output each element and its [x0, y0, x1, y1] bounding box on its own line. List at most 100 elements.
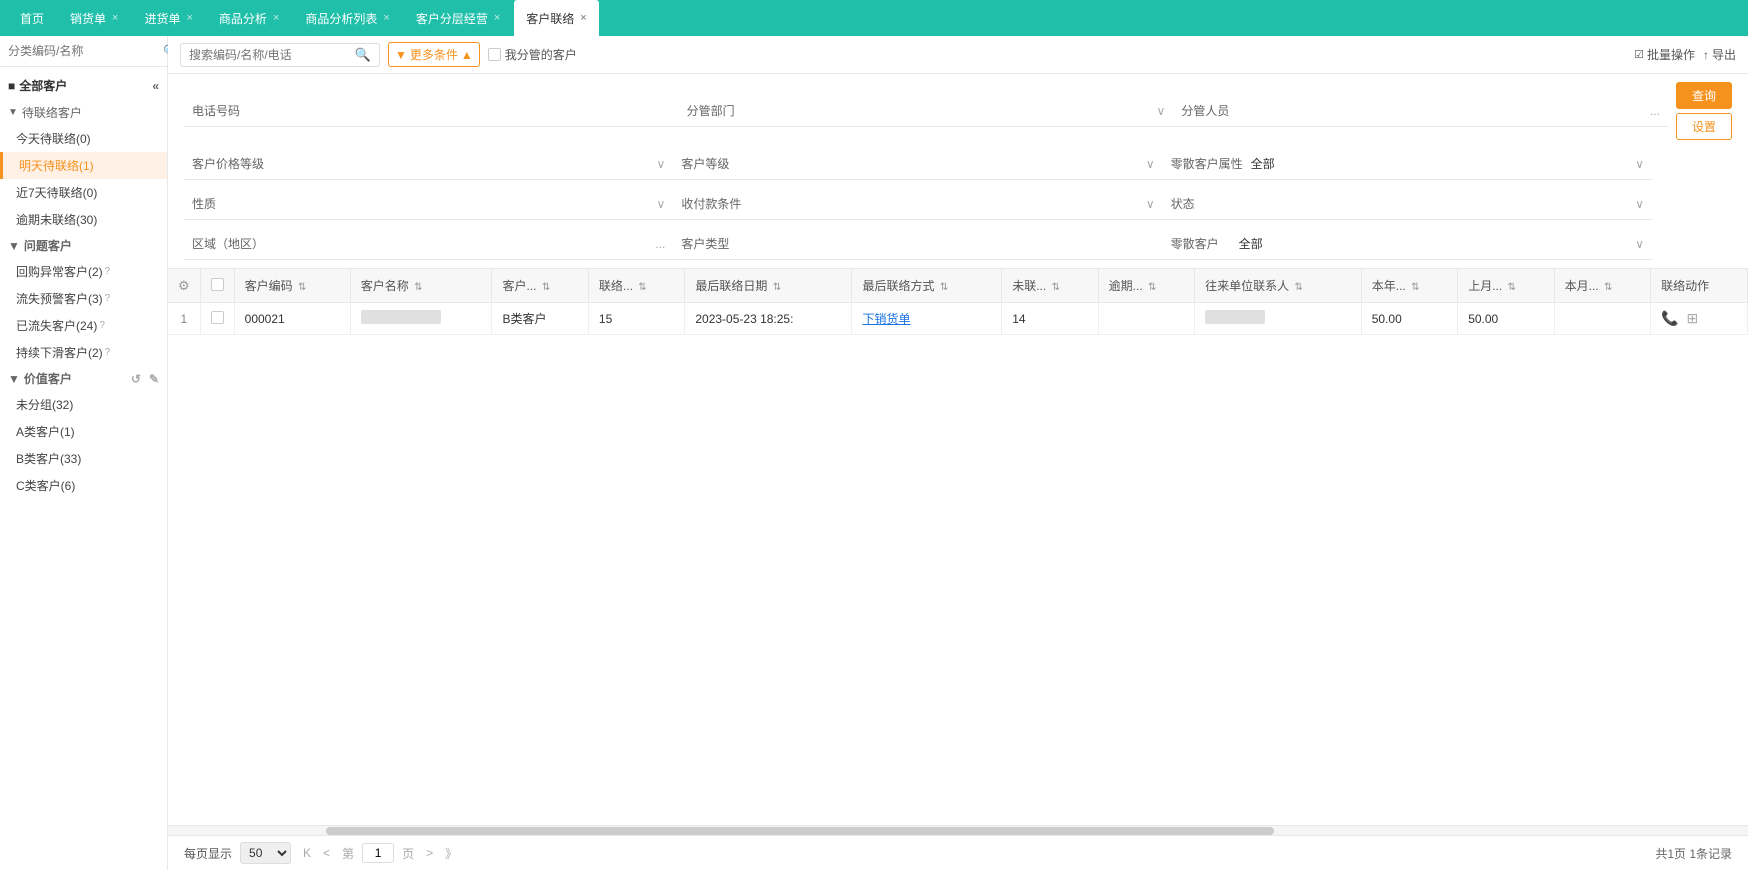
th-last-month: 上月... ⇅: [1458, 269, 1554, 303]
problem-arrow-icon: ▼: [8, 239, 20, 253]
nav-home[interactable]: 首页: [8, 0, 56, 36]
nature-dropdown-icon[interactable]: ∨: [657, 197, 666, 211]
price-grade-dropdown-icon[interactable]: ∨: [657, 157, 666, 171]
payment-dropdown-icon[interactable]: ∨: [1146, 197, 1155, 211]
at-risk-info-icon[interactable]: ?: [105, 293, 111, 304]
lost-info-icon[interactable]: ?: [99, 320, 105, 331]
sidebar-item-overdue[interactable]: 逾期未联络(30): [0, 206, 167, 233]
nav-customer-contact[interactable]: 客户联络 ×: [514, 0, 598, 36]
sort-this-month-icon[interactable]: ⇅: [1604, 282, 1612, 293]
row-checkbox[interactable]: [211, 311, 224, 324]
value-edit-icon[interactable]: ✎: [149, 372, 159, 386]
per-page-select[interactable]: 50 100 200: [240, 842, 291, 864]
sort-not-contacted-icon[interactable]: ⇅: [1052, 282, 1060, 293]
close-customer-contact[interactable]: ×: [580, 12, 586, 24]
settings-button[interactable]: 设置: [1676, 113, 1732, 140]
status-dropdown-icon[interactable]: ∨: [1635, 197, 1644, 211]
th-check: [200, 269, 234, 303]
close-customer-tier[interactable]: ×: [494, 12, 500, 24]
person-more-icon[interactable]: ...: [1650, 104, 1660, 118]
search-input[interactable]: [189, 48, 355, 62]
retail-dropdown-icon[interactable]: ∨: [1635, 237, 1644, 251]
nav-customer-tier[interactable]: 客户分层经营 ×: [404, 0, 512, 36]
sort-this-year-icon[interactable]: ⇅: [1411, 282, 1419, 293]
grid-action-icon[interactable]: ⊞: [1687, 310, 1699, 327]
my-customers-check-icon: [488, 48, 501, 61]
sidebar-item-class-b[interactable]: B类客户(33): [0, 445, 167, 472]
td-code: 000021: [234, 303, 350, 335]
prev-page-btn[interactable]: <: [319, 844, 334, 862]
phone-action-icon[interactable]: 📞: [1661, 310, 1678, 327]
page-number-input[interactable]: [362, 843, 394, 863]
region-more-icon[interactable]: ...: [655, 237, 665, 251]
export-icon: ↑: [1703, 48, 1709, 62]
query-button[interactable]: 查询: [1676, 82, 1732, 109]
declining-info-icon[interactable]: ?: [105, 347, 111, 358]
value-refresh-icon[interactable]: ↺: [131, 372, 141, 386]
value-arrow-icon: ▼: [8, 372, 20, 386]
dept-dropdown-icon[interactable]: ∨: [1157, 104, 1166, 118]
sort-overdue-icon[interactable]: ⇅: [1148, 282, 1156, 293]
last-page-btn[interactable]: 》: [441, 843, 461, 864]
table-header-row: ⚙ 客户编码 ⇅ 客户名称 ⇅: [168, 269, 1748, 303]
more-conditions-btn[interactable]: ▼ 更多条件 ▲: [388, 42, 480, 67]
sidebar-search-area: 🔍: [0, 36, 167, 67]
sort-unit-contact-icon[interactable]: ⇅: [1294, 282, 1302, 293]
select-all-checkbox[interactable]: [211, 278, 224, 291]
column-settings-icon[interactable]: ⚙: [178, 278, 190, 293]
td-index: 1: [168, 303, 200, 335]
unit-contact-masked: [1205, 310, 1265, 324]
sort-last-month-icon[interactable]: ⇅: [1508, 282, 1516, 293]
export-button[interactable]: ↑ 导出: [1703, 46, 1736, 63]
sort-last-date-icon[interactable]: ⇅: [773, 282, 781, 293]
sidebar-item-abnormal[interactable]: 回购异常客户(2) ?: [0, 258, 167, 285]
nav-sales-order[interactable]: 销货单 ×: [58, 0, 130, 36]
sidebar-search-input[interactable]: [8, 44, 163, 58]
close-sales-order[interactable]: ×: [112, 12, 118, 24]
td-name: [350, 303, 492, 335]
filter-retail: 零散客户 全部 ∨: [1163, 228, 1652, 260]
sort-contact-count-icon[interactable]: ⇅: [638, 282, 646, 293]
sidebar-item-7days[interactable]: 近7天待联络(0): [0, 179, 167, 206]
horizontal-scrollbar[interactable]: [168, 825, 1748, 835]
nav-purchase-order[interactable]: 进货单 ×: [132, 0, 204, 36]
next-page-btn[interactable]: >: [422, 844, 437, 862]
customer-table: ⚙ 客户编码 ⇅ 客户名称 ⇅: [168, 269, 1748, 335]
pending-contact-group: ▼ 待联络客户: [0, 100, 167, 125]
sort-code-icon[interactable]: ⇅: [298, 282, 306, 293]
sort-type-icon[interactable]: ⇅: [542, 282, 550, 293]
sidebar-item-ungrouped[interactable]: 未分组(32): [0, 391, 167, 418]
first-page-btn[interactable]: K: [299, 844, 315, 862]
sidebar-item-class-c[interactable]: C类客户(6): [0, 472, 167, 499]
td-overdue: [1098, 303, 1194, 335]
filter-row-2: 客户价格等级 ∨ 客户等级 ∨ 零散客户属性 全部 ∨: [184, 148, 1732, 180]
td-contact-count: 15: [588, 303, 684, 335]
sidebar-item-declining[interactable]: 持续下滑客户(2) ?: [0, 339, 167, 366]
th-last-method: 最后联络方式 ⇅: [852, 269, 1002, 303]
abnormal-info-icon[interactable]: ?: [105, 266, 111, 277]
last-method-link[interactable]: 下销货单: [862, 312, 910, 326]
sidebar-all-customers[interactable]: ■ 全部客户 «: [0, 71, 167, 100]
sidebar-item-at-risk[interactable]: 流失预警客户(3) ?: [0, 285, 167, 312]
sidebar-item-lost[interactable]: 已流失客户(24) ?: [0, 312, 167, 339]
my-customers-checkbox[interactable]: 我分管的客户: [488, 46, 577, 63]
sidebar-item-today[interactable]: 今天待联络(0): [0, 125, 167, 152]
cust-grade-dropdown-icon[interactable]: ∨: [1146, 157, 1155, 171]
close-goods-analysis[interactable]: ×: [273, 12, 279, 24]
close-purchase-order[interactable]: ×: [186, 12, 192, 24]
sidebar-item-tomorrow[interactable]: 明天待联络(1): [0, 152, 167, 179]
batch-op-button[interactable]: ☑ 批量操作: [1634, 46, 1695, 63]
nav-goods-analysis[interactable]: 商品分析 ×: [207, 0, 291, 36]
sort-last-method-icon[interactable]: ⇅: [940, 282, 948, 293]
total-info: 共1页 1条记录: [1655, 845, 1732, 862]
retail-attr-dropdown-icon[interactable]: ∨: [1635, 157, 1644, 171]
sidebar-item-class-a[interactable]: A类客户(1): [0, 418, 167, 445]
nav-goods-analysis-list[interactable]: 商品分析列表 ×: [293, 0, 401, 36]
close-goods-analysis-list[interactable]: ×: [383, 12, 389, 24]
sort-name-icon[interactable]: ⇅: [414, 282, 422, 293]
search-button[interactable]: 🔍: [355, 47, 371, 63]
th-last-date: 最后联络日期 ⇅: [685, 269, 852, 303]
all-customers-collapse-icon[interactable]: «: [152, 79, 159, 93]
scrollbar-thumb[interactable]: [326, 827, 1274, 835]
filter-cust-type: 客户类型: [673, 228, 1162, 260]
